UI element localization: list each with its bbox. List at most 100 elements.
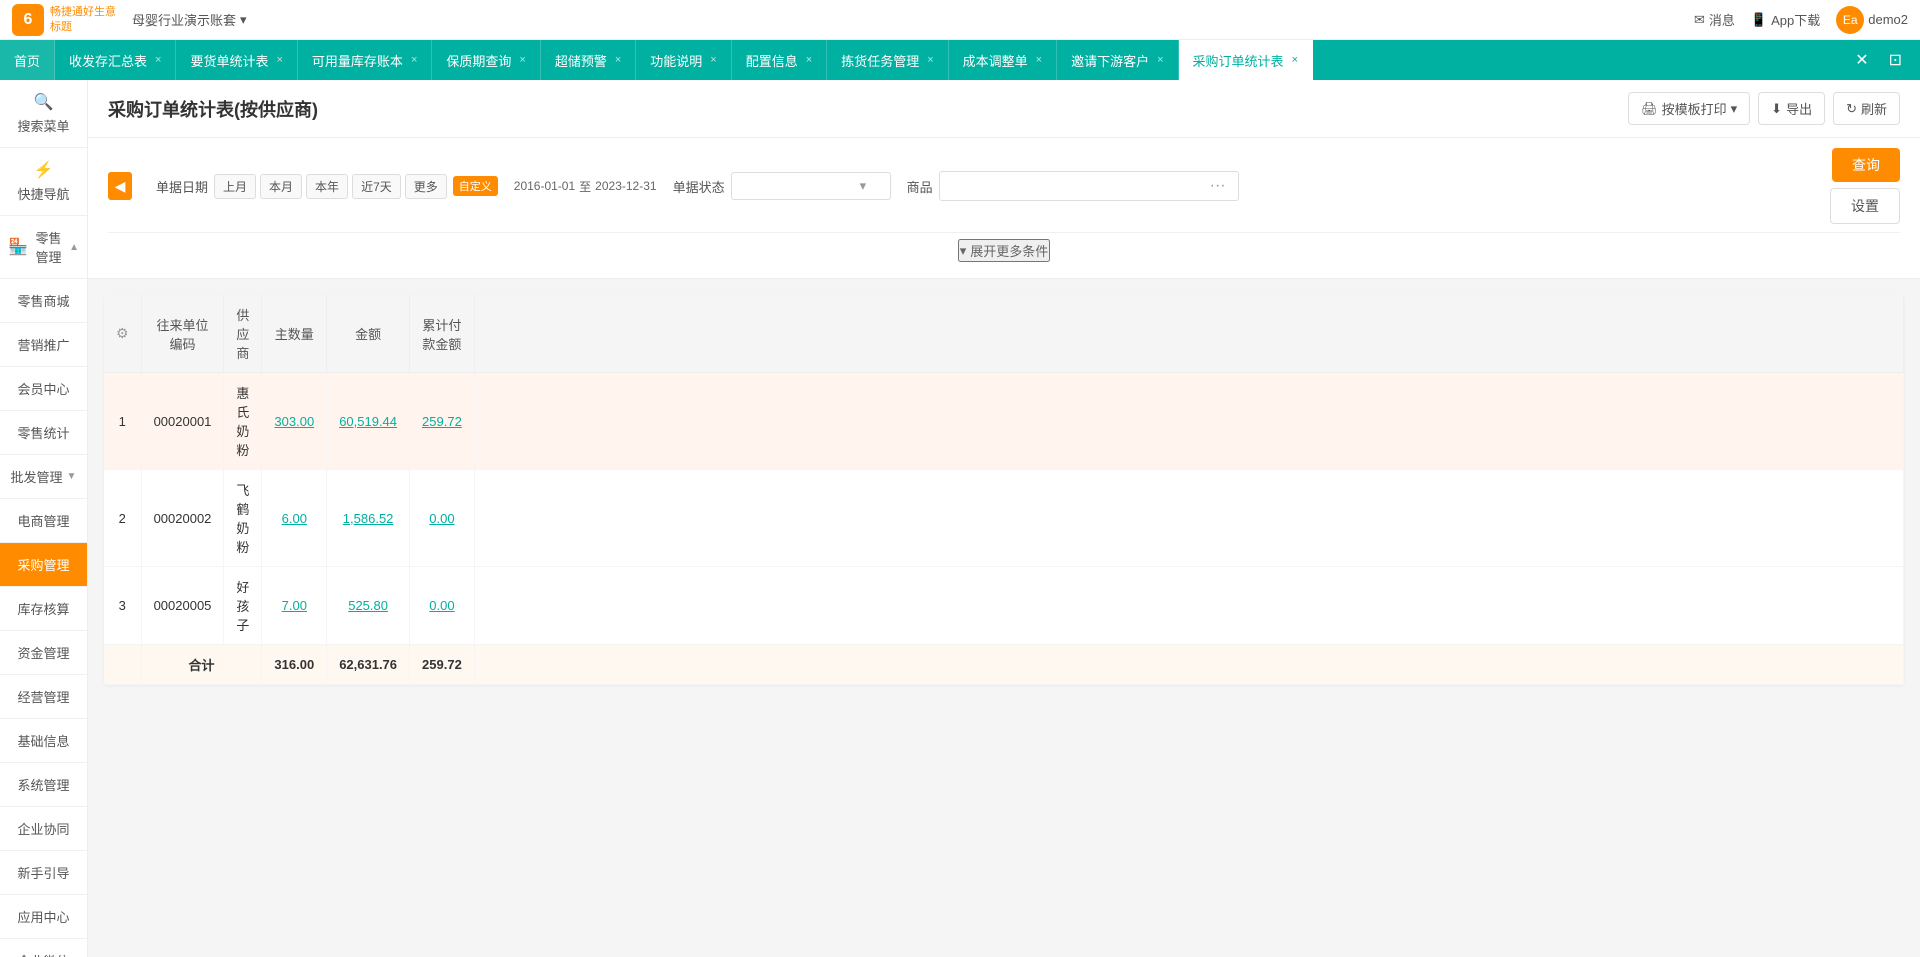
tab-picking-task[interactable]: 拣货任务管理 × bbox=[827, 40, 948, 80]
table-row: 1 00020001 惠氏奶粉 303.00 60,519.44 259.72 bbox=[104, 373, 1904, 470]
tab-close-icon[interactable]: × bbox=[1036, 54, 1042, 66]
sidebar-item-retail-stats[interactable]: 零售统计 bbox=[0, 411, 87, 455]
tab-close-icon[interactable]: × bbox=[276, 54, 282, 66]
goods-dots-btn[interactable]: ··· bbox=[1206, 177, 1230, 195]
logo-tagline: 标题 bbox=[50, 20, 116, 34]
tab-label: 超储预警 bbox=[555, 51, 607, 70]
date-btn-this-year[interactable]: 本年 bbox=[306, 174, 348, 199]
date-btn-more[interactable]: 更多 bbox=[405, 174, 447, 199]
td-paid[interactable]: 0.00 bbox=[410, 567, 475, 645]
filter-toggle-btn[interactable]: ◀ bbox=[108, 172, 132, 200]
footer-amount: 62,631.76 bbox=[327, 645, 410, 685]
sidebar-item-search[interactable]: 🔍 搜索菜单 bbox=[0, 80, 87, 148]
sidebar-item-shortcuts[interactable]: ⚡ 快捷导航 bbox=[0, 148, 87, 216]
tab-close-icon[interactable]: × bbox=[927, 54, 933, 66]
tab-config[interactable]: 配置信息 × bbox=[732, 40, 827, 80]
chevron-down-icon: ▼ bbox=[67, 471, 77, 482]
sidebar-item-retail-mall[interactable]: 零售商城 bbox=[0, 279, 87, 323]
tab-receive-summary[interactable]: 收发存汇总表 × bbox=[55, 40, 176, 80]
user-area[interactable]: Ea demo2 bbox=[1836, 6, 1908, 34]
date-btn-7days[interactable]: 近7天 bbox=[352, 174, 401, 199]
tab-close-icon[interactable]: × bbox=[1292, 54, 1298, 66]
sidebar-item-newbie[interactable]: 新手引导 bbox=[0, 851, 87, 895]
tab-close-icon[interactable]: × bbox=[1157, 54, 1163, 66]
sidebar-label: 新手引导 bbox=[17, 863, 69, 882]
filter-row-main: ◀ 单据日期 上月 本月 本年 近7天 更多 自定义 2016-01-01 至 bbox=[108, 148, 1900, 224]
tab-close-icon[interactable]: × bbox=[806, 54, 812, 66]
sidebar-item-wechat[interactable]: 企业微信 bbox=[0, 939, 87, 957]
tab-home[interactable]: 首页 bbox=[0, 40, 55, 80]
tab-purchase-order-stats[interactable]: 采购订单统计表 × bbox=[1179, 40, 1313, 80]
sidebar-item-system[interactable]: 系统管理 bbox=[0, 763, 87, 807]
th-code: 往来单位编码 bbox=[141, 295, 224, 373]
td-qty[interactable]: 6.00 bbox=[262, 470, 327, 567]
tab-overstock-warning[interactable]: 超储预警 × bbox=[541, 40, 636, 80]
tab-cost-adjust[interactable]: 成本调整单 × bbox=[949, 40, 1057, 80]
page-header: 采购订单统计表(按供应商) 🖨 按模板打印 ▾ ⬇ 导出 ↻ 刷新 bbox=[88, 80, 1920, 138]
tab-close-icon[interactable]: × bbox=[155, 54, 161, 66]
td-qty[interactable]: 7.00 bbox=[262, 567, 327, 645]
industry-label: 母婴行业演示账套 bbox=[132, 10, 236, 29]
main-layout: 🔍 搜索菜单 ⚡ 快捷导航 🏪 零售管理 ▲ 零售商城 营销推广 会员中心 零售… bbox=[0, 80, 1920, 957]
tab-close-icon[interactable]: × bbox=[519, 54, 525, 66]
goods-input[interactable]: ··· bbox=[939, 171, 1239, 201]
sidebar-item-app-center[interactable]: 应用中心 bbox=[0, 895, 87, 939]
refresh-btn[interactable]: ↻ 刷新 bbox=[1833, 92, 1900, 125]
sidebar-item-enterprise-collab[interactable]: 企业协同 bbox=[0, 807, 87, 851]
status-label: 单据状态 bbox=[673, 177, 725, 196]
sidebar-item-basic-info[interactable]: 基础信息 bbox=[0, 719, 87, 763]
sidebar-item-retail-mgmt[interactable]: 🏪 零售管理 ▲ bbox=[0, 216, 87, 279]
td-amount[interactable]: 1,586.52 bbox=[327, 470, 410, 567]
td-paid[interactable]: 0.00 bbox=[410, 470, 475, 567]
td-qty[interactable]: 303.00 bbox=[262, 373, 327, 470]
settings-icon[interactable]: ⚙ bbox=[116, 325, 129, 341]
tab-order-stats[interactable]: 要货单统计表 × bbox=[176, 40, 297, 80]
app-download-btn[interactable]: 📱 App下载 bbox=[1751, 10, 1820, 29]
print-btn[interactable]: 🖨 按模板打印 ▾ bbox=[1628, 92, 1750, 125]
tab-close-icon[interactable]: × bbox=[411, 54, 417, 66]
sidebar-item-stock-accounting[interactable]: 库存核算 bbox=[0, 587, 87, 631]
chevron-up-icon: ▲ bbox=[69, 242, 79, 253]
industry-select[interactable]: 母婴行业演示账套 ▾ bbox=[124, 6, 255, 33]
tab-function-desc[interactable]: 功能说明 × bbox=[636, 40, 731, 80]
tab-available-stock[interactable]: 可用量库存账本 × bbox=[298, 40, 432, 80]
sidebar-item-marketing[interactable]: 营销推广 bbox=[0, 323, 87, 367]
maximize-btn[interactable]: ⊡ bbox=[1883, 48, 1908, 72]
th-empty bbox=[474, 295, 1903, 373]
query-btn[interactable]: 查询 bbox=[1832, 148, 1900, 182]
sidebar-item-operations[interactable]: 经营管理 bbox=[0, 675, 87, 719]
sidebar-item-member[interactable]: 会员中心 bbox=[0, 367, 87, 411]
tab-invite-customer[interactable]: 邀请下游客户 × bbox=[1057, 40, 1178, 80]
sidebar-label: 零售统计 bbox=[17, 423, 69, 442]
footer-empty1 bbox=[104, 645, 141, 685]
sidebar-item-ecommerce[interactable]: 电商管理 bbox=[0, 499, 87, 543]
expand-btn[interactable]: ▾ 展开更多条件 bbox=[958, 239, 1051, 262]
setting-btn[interactable]: 设置 bbox=[1830, 188, 1900, 224]
td-paid[interactable]: 259.72 bbox=[410, 373, 475, 470]
table-header-row: ⚙ 往来单位编码 供应商 主数量 金额 累计付款金额 bbox=[104, 295, 1904, 373]
date-from: 2016-01-01 bbox=[514, 179, 575, 193]
top-bar: 6 畅捷通好生意 标题 母婴行业演示账套 ▾ ✉ 消息 📱 App下载 Ea d… bbox=[0, 0, 1920, 40]
header-actions: 🖨 按模板打印 ▾ ⬇ 导出 ↻ 刷新 bbox=[1628, 92, 1900, 125]
data-table: ⚙ 往来单位编码 供应商 主数量 金额 累计付款金额 1 00020001 bbox=[104, 295, 1904, 685]
chevron-down-icon: ▾ bbox=[960, 243, 967, 259]
tab-close-icon[interactable]: × bbox=[615, 54, 621, 66]
sidebar: 🔍 搜索菜单 ⚡ 快捷导航 🏪 零售管理 ▲ 零售商城 营销推广 会员中心 零售… bbox=[0, 80, 88, 957]
table-container: ⚙ 往来单位编码 供应商 主数量 金额 累计付款金额 1 00020001 bbox=[104, 295, 1904, 685]
message-btn[interactable]: ✉ 消息 bbox=[1694, 10, 1735, 29]
sidebar-item-purchase[interactable]: 采购管理 bbox=[0, 543, 87, 587]
sidebar-item-wholesale[interactable]: 批发管理 ▼ bbox=[0, 455, 87, 499]
tab-close-icon[interactable]: × bbox=[710, 54, 716, 66]
export-btn[interactable]: ⬇ 导出 bbox=[1758, 92, 1825, 125]
tab-label: 功能说明 bbox=[650, 51, 702, 70]
td-amount[interactable]: 60,519.44 bbox=[327, 373, 410, 470]
close-tab-btn[interactable]: ✕ bbox=[1849, 48, 1874, 72]
date-btn-last-month[interactable]: 上月 bbox=[214, 174, 256, 199]
tab-shelf-life[interactable]: 保质期查询 × bbox=[432, 40, 540, 80]
sidebar-item-fund[interactable]: 资金管理 bbox=[0, 631, 87, 675]
td-empty bbox=[474, 373, 1903, 470]
date-label: 单据日期 bbox=[156, 177, 208, 196]
td-amount[interactable]: 525.80 bbox=[327, 567, 410, 645]
status-select[interactable]: ▾ bbox=[731, 172, 891, 200]
date-btn-this-month[interactable]: 本月 bbox=[260, 174, 302, 199]
